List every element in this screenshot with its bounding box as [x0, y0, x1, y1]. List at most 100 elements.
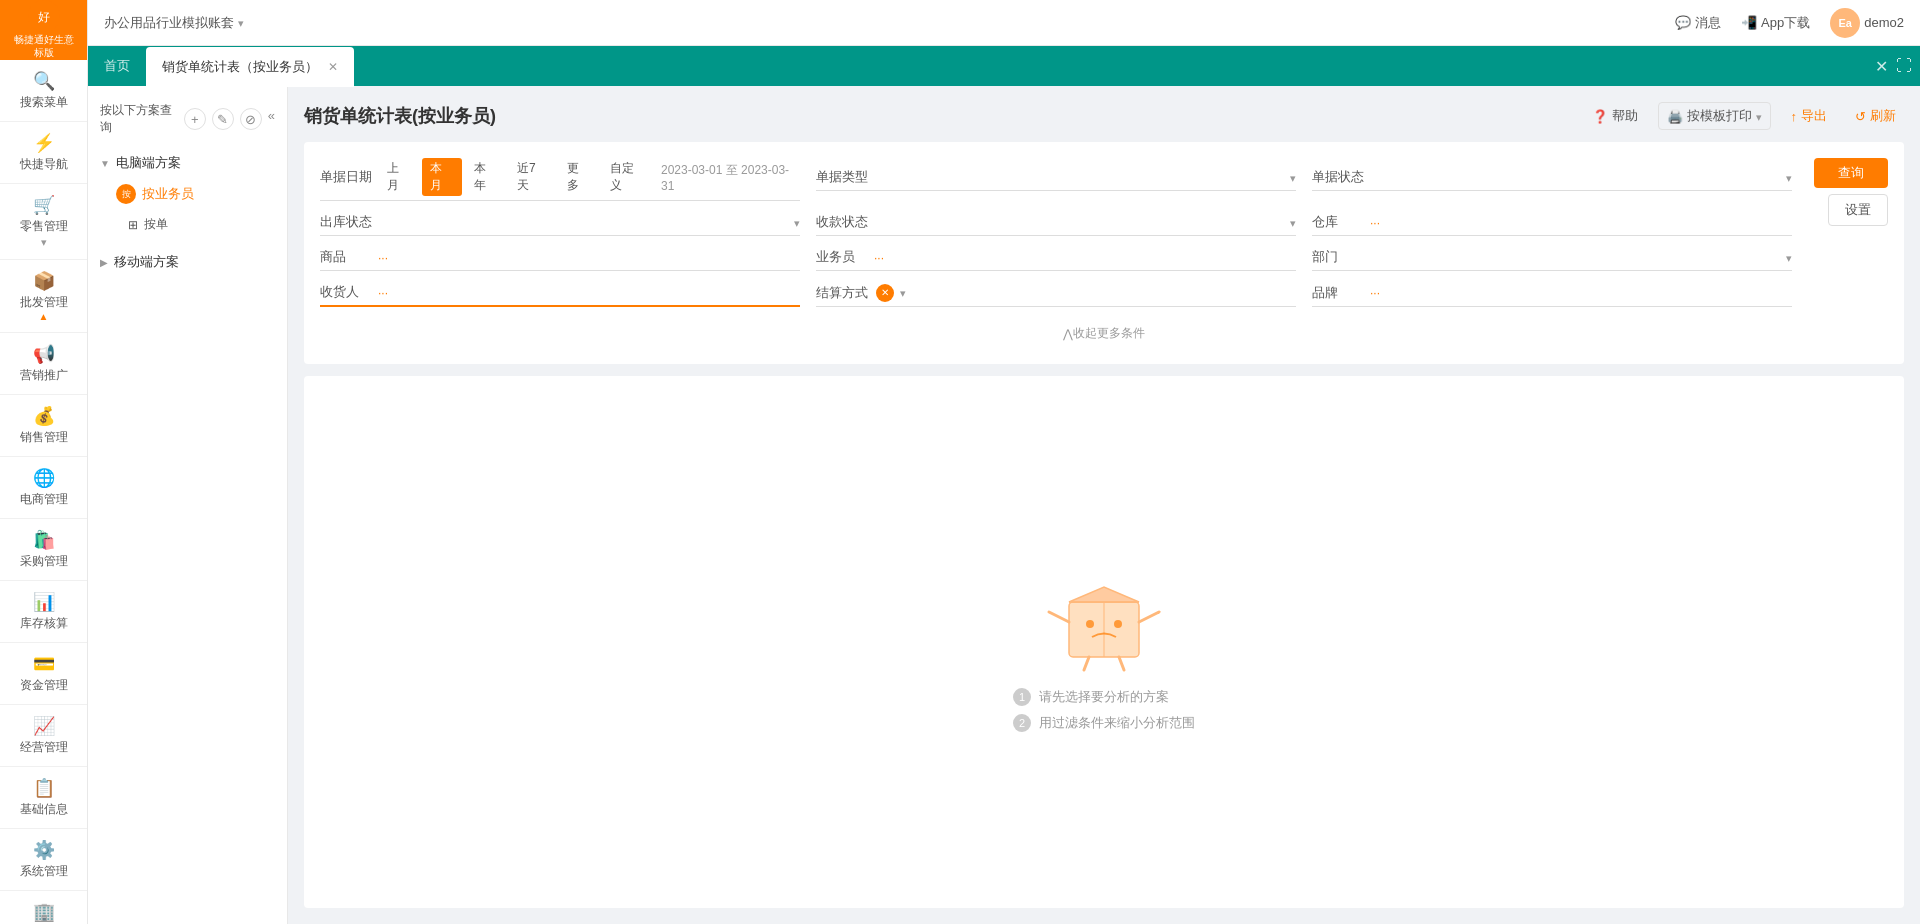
hint-1-number: 1	[1013, 688, 1031, 706]
add-scheme-btn[interactable]: +	[184, 108, 206, 130]
doc-status-chevron	[1786, 170, 1792, 185]
sidebar-item-label: 库存核算	[20, 615, 68, 632]
brand-ellipsis[interactable]: ···	[1370, 286, 1380, 300]
export-btn[interactable]: ↑ 导出	[1783, 103, 1836, 129]
department-select[interactable]	[1370, 250, 1792, 265]
sidebar-item-operations[interactable]: 📈 经营管理	[0, 705, 87, 767]
ecommerce-icon: 🌐	[33, 467, 55, 489]
settlement-clear-btn[interactable]: ✕	[876, 284, 894, 302]
svg-line-8	[1049, 612, 1069, 622]
message-btn[interactable]: 💬 消息	[1675, 14, 1721, 32]
tab-close-icon[interactable]: ✕	[328, 60, 338, 74]
print-btn[interactable]: 🖨️ 按模板打印	[1658, 102, 1771, 130]
doc-status-select[interactable]	[1372, 170, 1792, 185]
date-range-text: 2023-03-01 至 2023-03-31	[661, 162, 800, 193]
sidebar-item-quick-nav[interactable]: ⚡ 快捷导航	[0, 122, 87, 184]
app-logo[interactable]: 好 畅捷通好生意 标版	[0, 0, 88, 60]
settings-btn[interactable]: 设置	[1828, 194, 1888, 226]
delete-scheme-btn[interactable]: ⊘	[240, 108, 262, 130]
close-window-icon[interactable]: ✕	[1875, 57, 1888, 76]
message-label: 消息	[1695, 14, 1721, 32]
sidebar-item-ecommerce[interactable]: 🌐 电商管理	[0, 457, 87, 519]
print-icon: 🖨️	[1667, 109, 1683, 124]
salesperson-field: 业务员 ···	[816, 248, 1296, 271]
empty-hint-2: 2 用过滤条件来缩小分析范围	[1013, 714, 1195, 732]
sidebar-item-system[interactable]: ⚙️ 系统管理	[0, 829, 87, 891]
sidebar-item-basic-info[interactable]: 📋 基础信息	[0, 767, 87, 829]
warehouse-input[interactable]: ···	[1370, 215, 1792, 230]
date-tab-this-year[interactable]: 本年	[466, 158, 505, 196]
mobile-tree-toggle-icon: ▶	[100, 257, 108, 268]
date-tab-this-month[interactable]: 本月	[422, 158, 461, 196]
product-ellipsis[interactable]: ···	[378, 251, 388, 265]
scheme-by-order[interactable]: ⊞ 按单	[88, 210, 287, 239]
sidebar-item-label: 采购管理	[20, 553, 68, 570]
scheme-icon: 按	[116, 184, 136, 204]
sidebar-item-wholesale[interactable]: 📦 批发管理 ▲	[0, 260, 87, 333]
warehouse-ellipsis[interactable]: ···	[1370, 216, 1380, 230]
app-name: 畅捷通好生意	[14, 34, 74, 46]
sidebar-item-purchase[interactable]: 🛍️ 采购管理	[0, 519, 87, 581]
refresh-btn[interactable]: ↺ 刷新	[1847, 103, 1904, 129]
salesperson-ellipsis[interactable]: ···	[874, 251, 884, 265]
recipient-ellipsis[interactable]: ···	[378, 286, 388, 300]
tab-home[interactable]: 首页	[88, 46, 146, 86]
sidebar-item-inventory[interactable]: 📊 库存核算	[0, 581, 87, 643]
brand-input[interactable]: ···	[1370, 285, 1792, 300]
recipient-input[interactable]: ···	[378, 285, 800, 300]
mobile-section-toggle[interactable]: ▶ 移动端方案	[88, 247, 287, 277]
page-title-bar: 销货单统计表(按业务员) ❓ 帮助 🖨️ 按模板打印 ↑ 导出	[304, 102, 1904, 130]
outbound-status-label: 出库状态	[320, 213, 372, 231]
sidebar-item-label: 营销推广	[20, 367, 68, 384]
pc-tree-section: ▼ 电脑端方案 按 按业务员 ⊞ 按单	[88, 144, 287, 243]
edit-scheme-btn[interactable]: ✎	[212, 108, 234, 130]
sidebar-item-label: 系统管理	[20, 863, 68, 880]
scheme-by-salesperson[interactable]: 按 按业务员	[88, 178, 287, 210]
sidebar-item-enterprise[interactable]: 🏢 企业协同	[0, 891, 87, 924]
refresh-label: 刷新	[1870, 107, 1896, 125]
date-tabs: 上月 本月 本年 近7天 更多 自定义	[379, 158, 653, 196]
empty-hints: 1 请先选择要分析的方案 2 用过滤条件来缩小分析范围	[1013, 688, 1195, 732]
mobile-tree-section: ▶ 移动端方案	[88, 243, 287, 281]
basic-info-icon: 📋	[33, 777, 55, 799]
maximize-icon[interactable]: ⛶	[1896, 57, 1912, 76]
collapse-left-panel-btn[interactable]: «	[268, 108, 275, 130]
outbound-status-select[interactable]	[380, 215, 800, 230]
salesperson-input[interactable]: ···	[874, 250, 1296, 265]
hint-1-text: 请先选择要分析的方案	[1039, 688, 1169, 706]
sidebar-item-label: 批发管理	[20, 294, 68, 311]
date-tab-more[interactable]: 更多	[559, 158, 598, 196]
query-btn[interactable]: 查询	[1814, 158, 1888, 188]
app-download-btn[interactable]: 📲 App下载	[1741, 14, 1810, 32]
product-input[interactable]: ···	[378, 250, 800, 265]
date-tab-last-month[interactable]: 上月	[379, 158, 418, 196]
sidebar-item-retail[interactable]: 🛒 零售管理	[0, 184, 87, 260]
filter-row-4: 收货人 ··· 结算方式 ✕	[320, 283, 1792, 307]
help-icon: ❓	[1592, 109, 1608, 124]
retail-icon: 🛒	[33, 194, 55, 216]
sidebar-item-finance[interactable]: 💳 资金管理	[0, 643, 87, 705]
left-panel-title: 按以下方案查询	[100, 102, 178, 136]
help-btn[interactable]: ❓ 帮助	[1584, 103, 1646, 129]
topbar: 办公用品行业模拟账套 💬 消息 📲 App下载 Ea demo2	[88, 0, 1920, 46]
empty-illustration	[1044, 552, 1164, 672]
tab-maximize-btn[interactable]: ✕ ⛶	[1875, 57, 1912, 76]
doc-type-select[interactable]	[876, 170, 1296, 185]
sidebar-item-marketing[interactable]: 📢 营销推广	[0, 333, 87, 395]
user-profile-btn[interactable]: Ea demo2	[1830, 8, 1904, 38]
settlement-select[interactable]: ✕	[876, 284, 1296, 302]
date-tab-last7[interactable]: 近7天	[509, 158, 555, 196]
quick-nav-icon: ⚡	[33, 132, 55, 154]
tabbar: 首页 销货单统计表（按业务员） ✕ ✕ ⛶	[88, 46, 1920, 86]
date-tab-custom[interactable]: 自定义	[602, 158, 653, 196]
account-dropdown[interactable]: 办公用品行业模拟账套	[104, 14, 244, 32]
payment-status-chevron	[1290, 215, 1296, 230]
payment-status-select[interactable]	[876, 215, 1296, 230]
collapse-filter-btn[interactable]: ⋀ 收起更多条件	[320, 319, 1888, 348]
sidebar-item-sales[interactable]: 💰 销售管理	[0, 395, 87, 457]
tab-sales-report[interactable]: 销货单统计表（按业务员） ✕	[146, 47, 354, 87]
outbound-status-field: 出库状态	[320, 213, 800, 236]
pc-section-toggle[interactable]: ▼ 电脑端方案	[88, 148, 287, 178]
sidebar-item-search-menu[interactable]: 🔍 搜索菜单	[0, 60, 87, 122]
app-download-label: App下载	[1761, 14, 1810, 32]
